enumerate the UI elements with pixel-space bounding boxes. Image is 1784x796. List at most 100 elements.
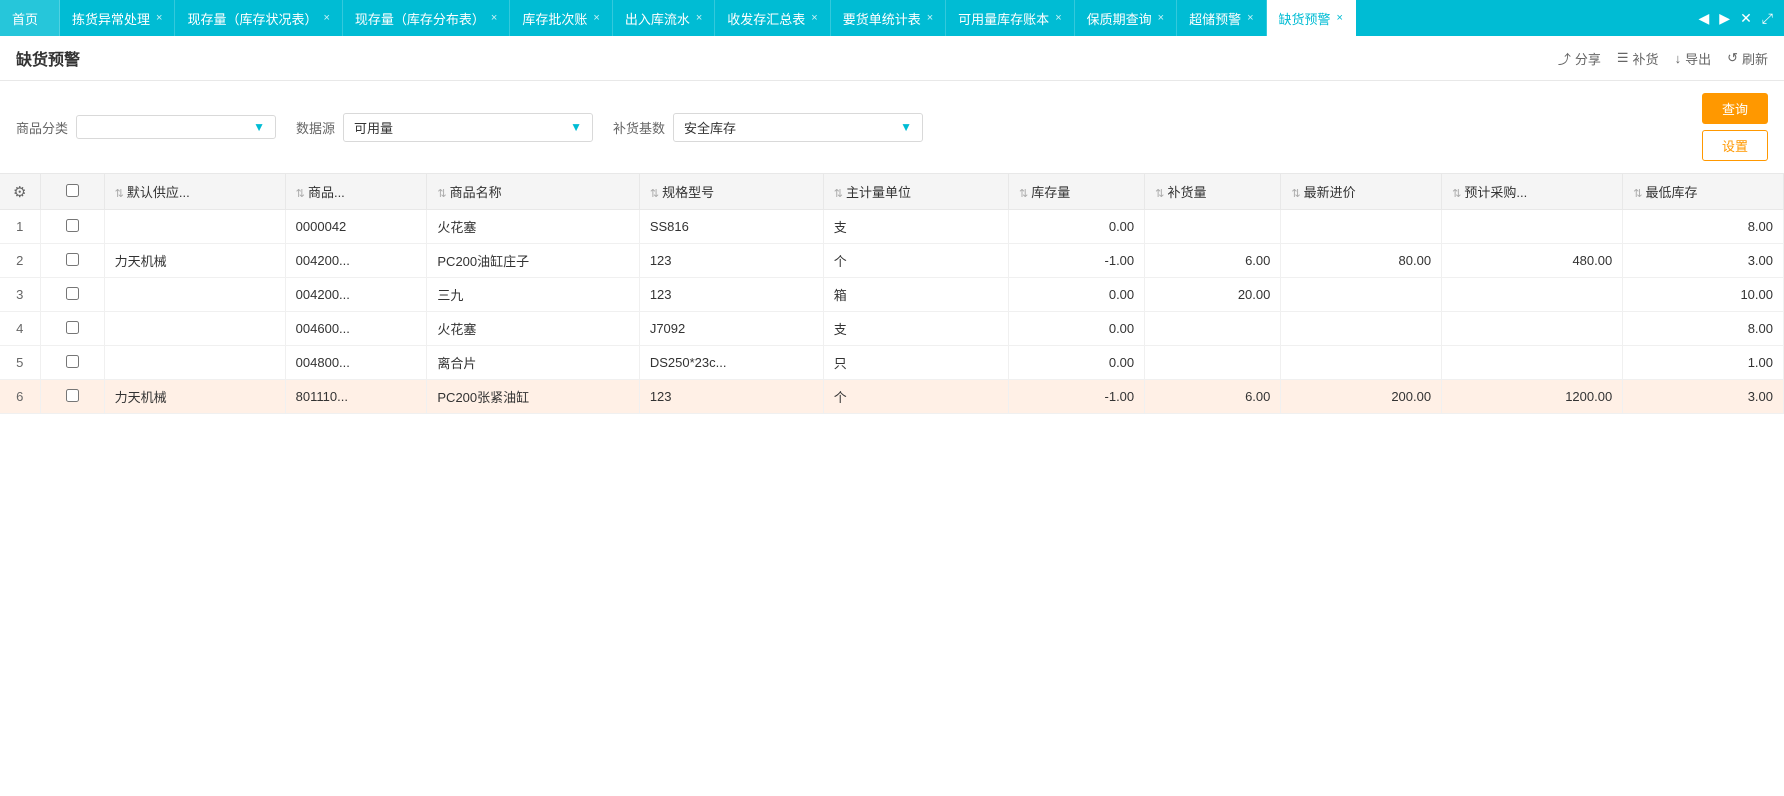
nav-close[interactable]: ✕	[1735, 10, 1757, 27]
replenish-base-select[interactable]: 安全库存 ▼	[673, 113, 923, 142]
close-tab-11[interactable]: ×	[1337, 12, 1343, 24]
product-name-cell-3: 三九	[427, 278, 639, 312]
datasource-select[interactable]: 可用量 ▼	[343, 113, 593, 142]
tab-5-label: 出入库流水	[625, 9, 690, 28]
row-select-checkbox-3[interactable]	[66, 287, 79, 300]
nav-expand[interactable]: ⤢	[1757, 10, 1778, 27]
tab-2[interactable]: 现存量（库存状况表） ×	[175, 0, 342, 36]
unit-cell-5: 只	[823, 346, 1008, 380]
tab-home[interactable]: 首页	[0, 0, 60, 36]
checkbox-column-header[interactable]	[40, 174, 104, 210]
page-title-bar: 缺货预警 ⤴ 分享 ☰ 补货 ↓ 导出 ↺ 刷新	[0, 36, 1784, 81]
product-name-column-header[interactable]: 商品名称	[427, 174, 639, 210]
gear-column-header[interactable]: ⚙	[0, 174, 40, 210]
query-button[interactable]: 查询	[1702, 93, 1768, 124]
product-code-cell-6: 801110...	[285, 380, 427, 414]
row-checkbox-2[interactable]	[40, 244, 104, 278]
stock-cell-1: 0.00	[1008, 210, 1144, 244]
close-tab-8[interactable]: ×	[1055, 12, 1061, 24]
row-checkbox-6[interactable]	[40, 380, 104, 414]
export-label: 导出	[1685, 49, 1711, 68]
spec-cell-1: SS816	[639, 210, 823, 244]
close-tab-7[interactable]: ×	[927, 12, 933, 24]
share-button[interactable]: ⤴ 分享	[1558, 49, 1601, 68]
row-checkbox-3[interactable]	[40, 278, 104, 312]
spec-column-header[interactable]: 规格型号	[639, 174, 823, 210]
table-body: 1 0000042 火花塞 SS816 支 0.00 8.00 2 力天机械 0…	[0, 210, 1784, 414]
tab-6[interactable]: 收发存汇总表 ×	[715, 0, 830, 36]
close-tab-9[interactable]: ×	[1158, 12, 1164, 24]
estimated-purchase-column-header[interactable]: 预计采购...	[1442, 174, 1623, 210]
latest-price-cell-5	[1281, 346, 1442, 380]
table-header-row: ⚙ 默认供应... 商品... 商品名称 规格型号 主计量单位 库存量 补货量 …	[0, 174, 1784, 210]
tab-11-label: 缺货预警	[1279, 9, 1331, 28]
close-tab-1[interactable]: ×	[156, 12, 162, 24]
replenish-cell-4	[1145, 312, 1281, 346]
row-select-checkbox-2[interactable]	[66, 253, 79, 266]
tab-7[interactable]: 要货单统计表 ×	[831, 0, 946, 36]
row-select-checkbox-6[interactable]	[66, 389, 79, 402]
estimated-purchase-cell-5	[1442, 346, 1623, 380]
refresh-button[interactable]: ↺ 刷新	[1727, 49, 1768, 68]
tab-7-label: 要货单统计表	[843, 9, 921, 28]
datasource-value: 可用量	[354, 118, 393, 137]
unit-column-header[interactable]: 主计量单位	[823, 174, 1008, 210]
tab-8[interactable]: 可用量库存账本 ×	[946, 0, 1074, 36]
replenish-label: 补货	[1633, 49, 1659, 68]
product-code-cell-2: 004200...	[285, 244, 427, 278]
supplier-column-header[interactable]: 默认供应...	[104, 174, 285, 210]
replenish-column-header[interactable]: 补货量	[1145, 174, 1281, 210]
stock-cell-6: -1.00	[1008, 380, 1144, 414]
stock-column-header[interactable]: 库存量	[1008, 174, 1144, 210]
close-tab-6[interactable]: ×	[811, 12, 817, 24]
product-name-cell-5: 离合片	[427, 346, 639, 380]
supplier-cell-5	[104, 346, 285, 380]
close-tab-10[interactable]: ×	[1247, 12, 1253, 24]
tab-9[interactable]: 保质期查询 ×	[1075, 0, 1177, 36]
close-tab-4[interactable]: ×	[593, 12, 599, 24]
tab-1[interactable]: 拣货异常处理 ×	[60, 0, 175, 36]
row-checkbox-5[interactable]	[40, 346, 104, 380]
share-label: 分享	[1575, 49, 1601, 68]
tab-3-label: 现存量（库存分布表）	[355, 9, 485, 28]
tab-4[interactable]: 库存批次账 ×	[510, 0, 612, 36]
row-select-checkbox-5[interactable]	[66, 355, 79, 368]
row-num-2: 2	[0, 244, 40, 278]
row-checkbox-4[interactable]	[40, 312, 104, 346]
select-all-checkbox[interactable]	[66, 184, 79, 197]
row-select-checkbox-1[interactable]	[66, 219, 79, 232]
unit-cell-2: 个	[823, 244, 1008, 278]
product-name-cell-6: PC200张紧油缸	[427, 380, 639, 414]
close-tab-3[interactable]: ×	[491, 12, 497, 24]
table-row: 1 0000042 火花塞 SS816 支 0.00 8.00	[0, 210, 1784, 244]
replenish-base-label: 补货基数	[613, 118, 665, 137]
category-select[interactable]: ▼	[76, 115, 276, 139]
min-stock-column-header[interactable]: 最低库存	[1623, 174, 1784, 210]
category-chevron-icon: ▼	[253, 120, 265, 134]
stock-cell-5: 0.00	[1008, 346, 1144, 380]
tab-5[interactable]: 出入库流水 ×	[613, 0, 715, 36]
close-tab-2[interactable]: ×	[323, 12, 329, 24]
nav-prev[interactable]: ◀	[1694, 10, 1715, 27]
share-icon: ⤴	[1558, 49, 1571, 68]
product-code-cell-1: 0000042	[285, 210, 427, 244]
replenish-base-chevron-icon: ▼	[900, 120, 912, 134]
product-name-cell-2: PC200油缸庄子	[427, 244, 639, 278]
table-container: ⚙ 默认供应... 商品... 商品名称 规格型号 主计量单位 库存量 补货量 …	[0, 173, 1784, 414]
settings-button[interactable]: 设置	[1702, 130, 1768, 161]
nav-next[interactable]: ▶	[1714, 10, 1735, 27]
row-num-1: 1	[0, 210, 40, 244]
product-code-column-header[interactable]: 商品...	[285, 174, 427, 210]
table-row: 5 004800... 离合片 DS250*23c... 只 0.00 1.00	[0, 346, 1784, 380]
tab-10[interactable]: 超储预警 ×	[1177, 0, 1266, 36]
tab-1-label: 拣货异常处理	[72, 9, 150, 28]
close-tab-5[interactable]: ×	[696, 12, 702, 24]
row-select-checkbox-4[interactable]	[66, 321, 79, 334]
latest-price-column-header[interactable]: 最新进价	[1281, 174, 1442, 210]
replenish-button[interactable]: ☰ 补货	[1617, 49, 1659, 68]
row-checkbox-1[interactable]	[40, 210, 104, 244]
tab-3[interactable]: 现存量（库存分布表） ×	[343, 0, 510, 36]
export-button[interactable]: ↓ 导出	[1675, 49, 1712, 68]
tab-11[interactable]: 缺货预警 ×	[1267, 0, 1356, 36]
table-row: 3 004200... 三九 123 箱 0.00 20.00 10.00	[0, 278, 1784, 312]
